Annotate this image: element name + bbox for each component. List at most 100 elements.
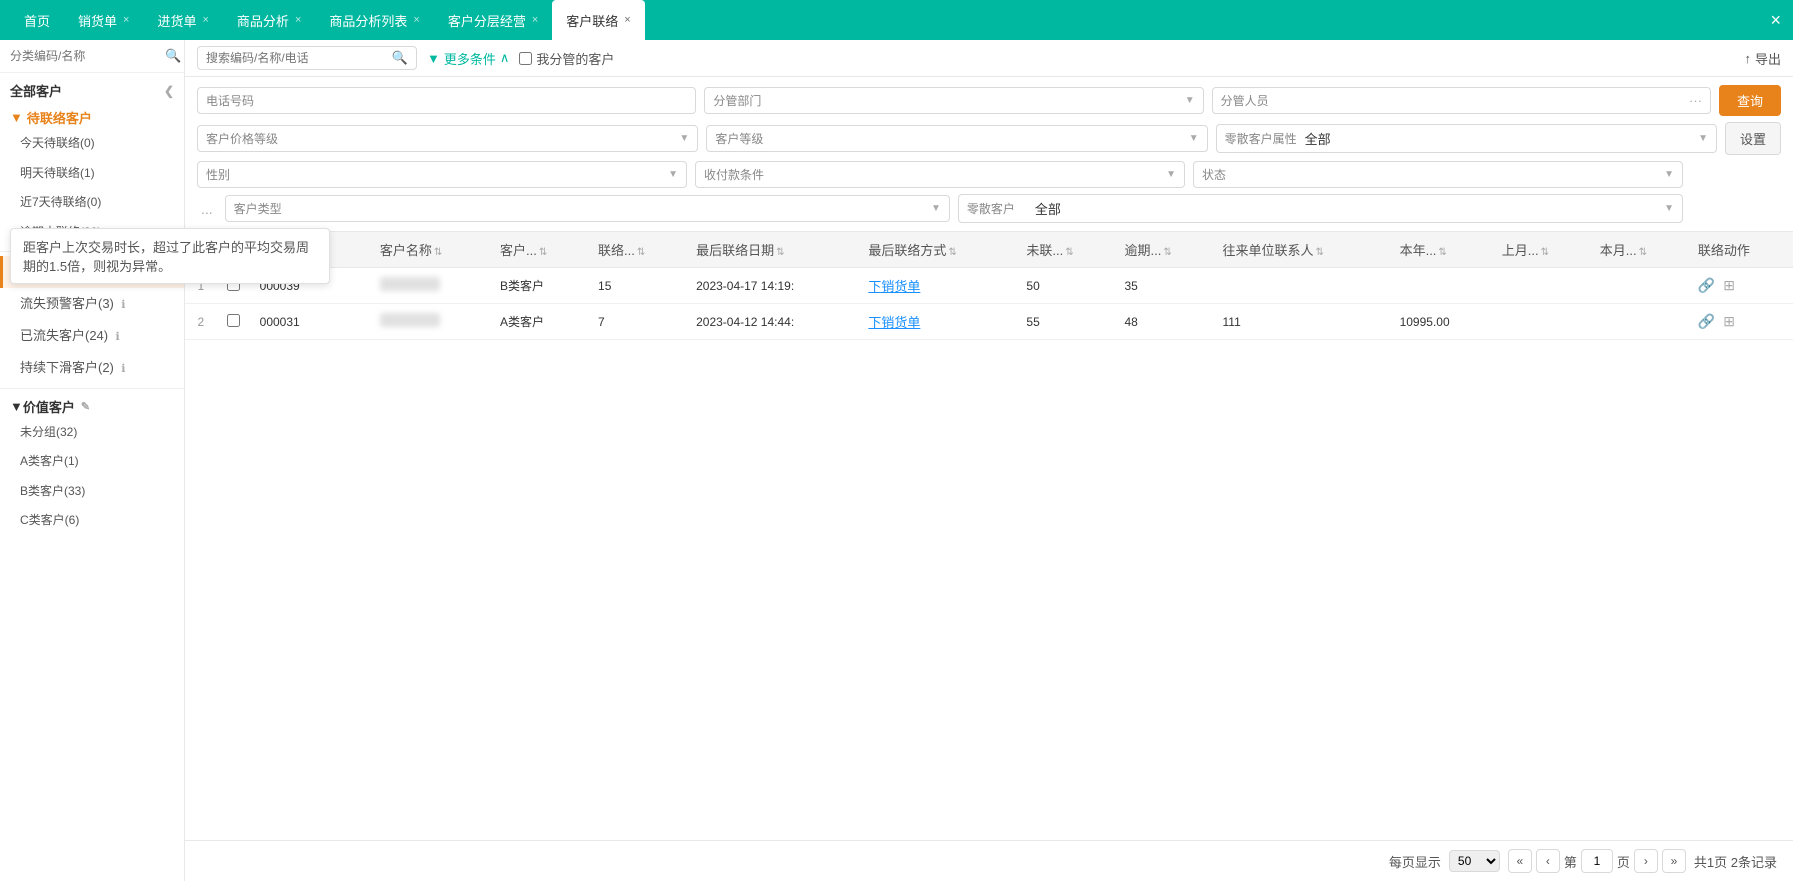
close-purchase-tab[interactable]: ×	[202, 14, 208, 26]
page-size-select[interactable]: 50 100 200	[1449, 850, 1500, 872]
sort-way-icon: ⇅	[948, 247, 956, 258]
my-customer-label: 我分管的客户	[536, 49, 614, 68]
sidebar-item-churned[interactable]: 已流失客户(24) ℹ	[0, 320, 184, 352]
gender-filter[interactable]: 性别 ▼	[197, 161, 687, 188]
th-last-contact-way[interactable]: 最后联络方式⇅	[858, 232, 1016, 268]
edit-icon[interactable]: ✎	[81, 400, 90, 413]
pending-contact-label: 待联络客户	[27, 108, 92, 127]
action-grid-icon-1[interactable]: ⊞	[1723, 313, 1735, 330]
sidebar-item-ungrouped[interactable]: 未分组(32)	[0, 418, 184, 448]
th-last-contact-date[interactable]: 最后联络日期⇅	[686, 232, 858, 268]
search-box[interactable]: 🔍	[197, 46, 417, 70]
table-row: 2 000031 A类客户 7 2023-04-12 14:44: 下销货单 5…	[185, 304, 1793, 340]
filter-row-4: ... 客户类型 ▼ 零散客户 全部 ▼	[197, 194, 1781, 223]
row-last-way-0[interactable]: 下销货单	[858, 268, 1016, 304]
query-button[interactable]: 查询	[1719, 85, 1781, 116]
info-icon-churned: ℹ	[115, 331, 119, 343]
info-icon-churn-warning: ℹ	[121, 299, 125, 311]
setting-button[interactable]: 设置	[1725, 122, 1781, 155]
retail-attr-filter[interactable]: 零散客户属性 全部 ▼	[1216, 124, 1717, 153]
th-overdue[interactable]: 逾期...⇅	[1114, 232, 1212, 268]
pending-contact-group[interactable]: ▼ 待联络客户	[0, 104, 184, 129]
page-end-label: 页	[1617, 852, 1630, 871]
th-contact-count[interactable]: 联络...⇅	[588, 232, 686, 268]
sidebar-search-box[interactable]: 🔍	[0, 40, 184, 73]
sort-contact-icon: ⇅	[637, 247, 645, 258]
th-unit-contact[interactable]: 往来单位联系人⇅	[1213, 232, 1390, 268]
action-link-icon-0[interactable]: 🔗	[1698, 277, 1715, 294]
status-filter[interactable]: 状态 ▼	[1193, 161, 1683, 188]
my-customer-checkbox[interactable]: 我分管的客户	[519, 49, 614, 68]
sidebar-item-a-class[interactable]: A类客户(1)	[0, 447, 184, 477]
all-customers-header[interactable]: 全部客户 ❮	[0, 73, 184, 104]
search-input[interactable]	[206, 51, 388, 65]
last-page-btn[interactable]: »	[1662, 849, 1686, 873]
row-checkbox-1[interactable]	[217, 304, 250, 340]
close-customer-contact-tab[interactable]: ×	[624, 14, 630, 26]
person-more[interactable]: ···	[1689, 93, 1702, 108]
nav-purchase[interactable]: 进货单 ×	[143, 0, 222, 40]
next-page-btn[interactable]: ›	[1634, 849, 1658, 873]
page-input[interactable]	[1581, 849, 1613, 873]
sidebar-item-c-class[interactable]: C类客户(6)	[0, 506, 184, 536]
sidebar-item-7days[interactable]: 近7天待联络(0)	[0, 188, 184, 218]
close-product-list-tab[interactable]: ×	[413, 14, 419, 26]
action-link-icon-1[interactable]: 🔗	[1698, 313, 1715, 330]
close-sales-tab[interactable]: ×	[123, 14, 129, 26]
close-customer-tier-tab[interactable]: ×	[532, 14, 538, 26]
action-grid-icon-0[interactable]: ⊞	[1723, 277, 1735, 294]
nav-sales[interactable]: 销货单 ×	[64, 0, 143, 40]
row-unit-contact-0	[1213, 268, 1390, 304]
nav-product-list[interactable]: 商品分析列表 ×	[315, 0, 433, 40]
more-dot-btn[interactable]: ...	[197, 201, 217, 217]
row-type-0: B类客户	[490, 268, 588, 304]
window-close-button[interactable]: ×	[1770, 11, 1781, 29]
person-filter[interactable]: 分管人员 ···	[1212, 87, 1711, 114]
nav-customer-contact[interactable]: 客户联络 ×	[552, 0, 644, 40]
sort-unit-icon: ⇅	[1316, 247, 1324, 258]
row-last-way-1[interactable]: 下销货单	[858, 304, 1016, 340]
th-name[interactable]: 客户名称⇅	[370, 232, 490, 268]
sort-uncontacted-icon: ⇅	[1065, 247, 1073, 258]
price-grade-filter[interactable]: 客户价格等级 ▼	[197, 125, 698, 152]
sidebar-item-declining[interactable]: 持续下滑客户(2) ℹ	[0, 352, 184, 384]
row-uncontacted-1: 55	[1016, 304, 1114, 340]
prev-page-btn[interactable]: ‹	[1536, 849, 1560, 873]
more-conditions-btn[interactable]: ▼ 更多条件 ∧	[427, 49, 509, 68]
sidebar-search-icon[interactable]: 🔍	[165, 48, 181, 64]
th-customer-type[interactable]: 客户...⇅	[490, 232, 588, 268]
th-last-month[interactable]: 上月...⇅	[1492, 232, 1590, 268]
nav-product-analysis[interactable]: 商品分析 ×	[223, 0, 315, 40]
close-product-analysis-tab[interactable]: ×	[295, 14, 301, 26]
advanced-filters: 电话号码 分管部门 ▼ 分管人员 ··· 查询 客户价格等级 ▼	[185, 77, 1793, 232]
filter-icon: ▼	[427, 51, 440, 66]
collapse-icon[interactable]: ❮	[164, 84, 174, 98]
customer-table: ⚙ 客户编码⇅ 客户名称⇅ 客户...⇅ 联络...⇅ 最后联络日期⇅ 最后联络…	[185, 232, 1793, 340]
nav-customer-tier[interactable]: 客户分层经营 ×	[434, 0, 552, 40]
sidebar-item-today[interactable]: 今天待联络(0)	[0, 129, 184, 159]
filter-row-2: 客户价格等级 ▼ 客户等级 ▼ 零散客户属性 全部 ▼ 设置	[197, 122, 1781, 155]
th-this-month[interactable]: 本月...⇅	[1590, 232, 1688, 268]
th-this-year[interactable]: 本年...⇅	[1390, 232, 1492, 268]
phone-filter[interactable]: 电话号码	[197, 87, 696, 114]
page-size-dropdown[interactable]: 50 100 200	[1449, 850, 1500, 872]
my-customer-check[interactable]	[519, 52, 532, 65]
customer-type-filter[interactable]: 客户类型 ▼	[225, 195, 950, 222]
export-button[interactable]: ↑ 导出	[1744, 49, 1781, 68]
dept-filter[interactable]: 分管部门 ▼	[704, 87, 1203, 114]
customer-grade-filter[interactable]: 客户等级 ▼	[706, 125, 1207, 152]
search-icon[interactable]: 🔍	[392, 50, 408, 66]
first-page-btn[interactable]: «	[1508, 849, 1532, 873]
value-customer-group[interactable]: ▼ 价值客户 ✎	[0, 393, 184, 418]
nav-home[interactable]: 首页	[10, 0, 64, 40]
th-uncontacted[interactable]: 未联...⇅	[1016, 232, 1114, 268]
sidebar-item-churn-warning[interactable]: 流失预警客户(3) ℹ	[0, 288, 184, 320]
table-area: ⚙ 客户编码⇅ 客户名称⇅ 客户...⇅ 联络...⇅ 最后联络日期⇅ 最后联络…	[185, 232, 1793, 840]
sidebar-item-tomorrow[interactable]: 明天待联络(1)	[0, 159, 184, 189]
row-this-year-1: 10995.00	[1390, 304, 1492, 340]
payment-filter[interactable]: 收付款条件 ▼	[695, 161, 1185, 188]
sidebar-item-b-class[interactable]: B类客户(33)	[0, 477, 184, 507]
retail-customer-filter[interactable]: 零散客户 全部 ▼	[958, 194, 1683, 223]
expand-tri2-icon: ▼	[10, 399, 23, 414]
sidebar-search-input[interactable]	[10, 49, 165, 63]
